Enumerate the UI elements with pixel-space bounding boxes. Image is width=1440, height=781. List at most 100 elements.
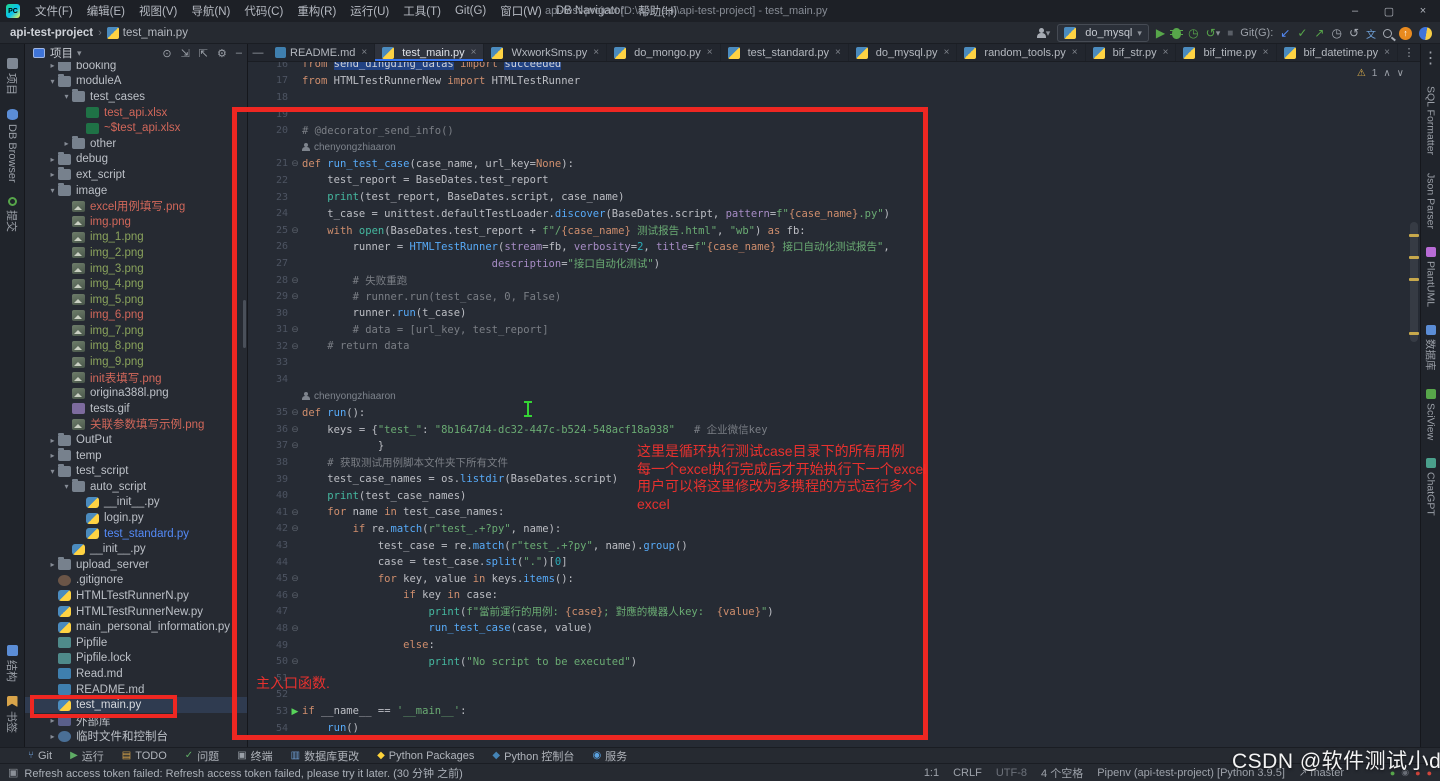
tool-window-db-browser[interactable]: DB Browser xyxy=(6,109,18,183)
fold-icon[interactable]: ⊖ xyxy=(288,590,302,601)
fold-icon[interactable]: ⊖ xyxy=(288,507,302,518)
chevron-icon[interactable]: ▸ xyxy=(47,451,58,460)
history-icon[interactable]: ◷ xyxy=(1331,26,1341,40)
tab-random_tools-py[interactable]: random_tools.py × xyxy=(957,44,1086,61)
search-everywhere-icon[interactable] xyxy=(1383,28,1392,38)
tab-test_standard-py[interactable]: test_standard.py × xyxy=(721,44,849,61)
tree-item-modulea[interactable]: ▾ moduleA xyxy=(25,73,247,90)
project-panel-title[interactable]: 项目 xyxy=(50,45,73,61)
tab-close-icon[interactable]: × xyxy=(361,47,367,58)
tree-item-__init__-py[interactable]: __init__.py xyxy=(25,495,247,511)
chevron-icon[interactable]: ▾ xyxy=(47,467,58,476)
menu--r-[interactable]: 重构(R) xyxy=(290,0,343,22)
bottom-tool-python-[interactable]: ◆ Python 控制台 xyxy=(492,748,574,764)
chevron-icon[interactable]: ▸ xyxy=(47,716,58,725)
editor-scrollbar[interactable] xyxy=(1410,222,1418,342)
chevron-icon[interactable]: ▸ xyxy=(47,732,58,741)
tree-item-img_6-png[interactable]: img_6.png xyxy=(25,308,247,324)
tab-bif_datetime-py[interactable]: bif_datetime.py × xyxy=(1277,44,1398,61)
tree-item-test_main-py[interactable]: test_main.py xyxy=(25,697,247,713)
settings-gear-icon[interactable]: ⚙ xyxy=(217,47,227,60)
git-commit-icon[interactable]: ✓ xyxy=(1297,26,1307,40)
rollback-icon[interactable]: ↺ xyxy=(1349,26,1359,40)
fold-icon[interactable]: ⊖ xyxy=(288,275,302,286)
tool-window-json-parser[interactable]: Json Parser xyxy=(1425,173,1437,229)
project-scrollbar[interactable] xyxy=(243,300,246,348)
git-update-icon[interactable]: ↙ xyxy=(1280,26,1290,40)
stop-button[interactable]: ■ xyxy=(1227,28,1233,39)
fold-icon[interactable]: ⊖ xyxy=(288,291,302,302)
tree-item-other[interactable]: ▸ other xyxy=(25,136,247,152)
tree-item-main_personal_information-py[interactable]: main_personal_information.py xyxy=(25,619,247,635)
coverage-button[interactable]: ↺ ▾ xyxy=(1206,26,1221,40)
tree-item--gitignore[interactable]: .gitignore xyxy=(25,573,247,589)
tree-item-test_script[interactable]: ▾ test_script xyxy=(25,463,247,479)
prev-warning-icon[interactable]: ∧ xyxy=(1383,68,1390,79)
tree-item-test_cases[interactable]: ▾ test_cases xyxy=(25,89,247,105)
breadcrumb-file[interactable]: test_main.py xyxy=(106,26,188,39)
tool-window-sciview[interactable]: SciView xyxy=(1425,388,1437,440)
tree-item-pipfile-lock[interactable]: Pipfile.lock xyxy=(25,651,247,667)
tab-do_mongo-py[interactable]: do_mongo.py × xyxy=(607,44,721,61)
tree-item-output[interactable]: ▸ OutPut xyxy=(25,432,247,448)
tree-item--test_api-xlsx[interactable]: ~$test_api.xlsx xyxy=(25,120,247,136)
minimize-button[interactable]: – xyxy=(1338,0,1372,22)
tree-item-htmltestrunnern-py[interactable]: HTMLTestRunnerN.py xyxy=(25,588,247,604)
breadcrumb-project[interactable]: api-test-project xyxy=(10,27,93,39)
tree-item-img_4-png[interactable]: img_4.png xyxy=(25,276,247,292)
git-push-icon[interactable]: ↗ xyxy=(1314,26,1324,40)
tab-close-icon[interactable]: × xyxy=(471,47,477,58)
fold-icon[interactable]: ⊖ xyxy=(288,341,302,352)
user-icon[interactable]: ▾ xyxy=(1036,28,1050,39)
tree-item-temp[interactable]: ▸ temp xyxy=(25,448,247,464)
tree-item-read-md[interactable]: Read.md xyxy=(25,666,247,682)
chevron-icon[interactable]: ▸ xyxy=(61,139,72,148)
tab-close-icon[interactable]: × xyxy=(1163,47,1169,58)
tree-item-__init__-py[interactable]: __init__.py xyxy=(25,541,247,557)
chevron-icon[interactable]: ▾ xyxy=(47,186,58,195)
close-button[interactable]: × xyxy=(1406,0,1440,22)
bottom-tool--[interactable]: ▶ 运行 xyxy=(70,748,104,764)
tree-item--png[interactable]: 关联参数填写示例.png xyxy=(25,417,247,433)
tab-test_main-py[interactable]: test_main.py × xyxy=(375,44,485,61)
tool-window-commit[interactable]: 提交 xyxy=(4,196,20,232)
hide-panel-icon[interactable]: – xyxy=(236,47,242,60)
tab-close-icon[interactable]: × xyxy=(1384,47,1390,58)
tree-item-image[interactable]: ▾ image xyxy=(25,183,247,199)
chevron-icon[interactable]: ▸ xyxy=(47,155,58,164)
tree-item-readme-md[interactable]: README.md xyxy=(25,682,247,698)
translate-icon[interactable]: 文 xyxy=(1366,26,1376,41)
chevron-icon[interactable]: ▸ xyxy=(47,170,58,179)
tool-window-plantuml[interactable]: PlantUML xyxy=(1425,247,1437,307)
tree-item-img_7-png[interactable]: img_7.png xyxy=(25,323,247,339)
chevron-icon[interactable]: ▸ xyxy=(47,560,58,569)
tree-item-img_8-png[interactable]: img_8.png xyxy=(25,339,247,355)
inspection-widget[interactable]: ⚠ 1 ∧ ∨ xyxy=(1357,68,1404,79)
code-area[interactable]: 16 from send_dingding_datas import succee… xyxy=(248,62,1420,747)
tree-item-ext_script[interactable]: ▸ ext_script xyxy=(25,167,247,183)
menu--n-[interactable]: 导航(N) xyxy=(184,0,237,22)
status-message[interactable]: ▣ Refresh access token failed: Refresh a… xyxy=(8,765,463,781)
tab-close-icon[interactable]: × xyxy=(1263,47,1269,58)
tool-window-project[interactable]: 项目 xyxy=(4,58,20,95)
plugin-duo-icon[interactable] xyxy=(1419,26,1432,40)
run-config-select[interactable]: do_mysql ▾ xyxy=(1057,24,1149,42)
indent-style[interactable]: 4 个空格 xyxy=(1041,765,1083,781)
menu--v-[interactable]: 视图(V) xyxy=(132,0,184,22)
bottom-tool--[interactable]: ▥ 数据库更改 xyxy=(291,748,359,764)
tree-item-test_api-xlsx[interactable]: test_api.xlsx xyxy=(25,105,247,121)
tab-close-icon[interactable]: × xyxy=(707,47,713,58)
tool-window-bookmarks[interactable]: 书签 xyxy=(4,696,20,733)
tree-item-img_1-png[interactable]: img_1.png xyxy=(25,230,247,246)
tool-window--[interactable]: 数据库 xyxy=(1423,325,1438,371)
tree-item-test_standard-py[interactable]: test_standard.py xyxy=(25,526,247,542)
author-annotation[interactable]: chenyongzhiaaron xyxy=(302,142,396,153)
chevron-icon[interactable]: ▸ xyxy=(47,436,58,445)
expand-all-icon[interactable]: ⇲ xyxy=(181,47,190,60)
caret-position[interactable]: 1:1 xyxy=(924,767,939,779)
fold-icon[interactable]: ⊖ xyxy=(288,225,302,236)
tab-bif_time-py[interactable]: bif_time.py × xyxy=(1176,44,1277,61)
fold-icon[interactable]: ⊖ xyxy=(288,440,302,451)
bottom-tool-git[interactable]: ⑂ Git xyxy=(28,750,52,762)
tree-item-pipfile[interactable]: Pipfile xyxy=(25,635,247,651)
